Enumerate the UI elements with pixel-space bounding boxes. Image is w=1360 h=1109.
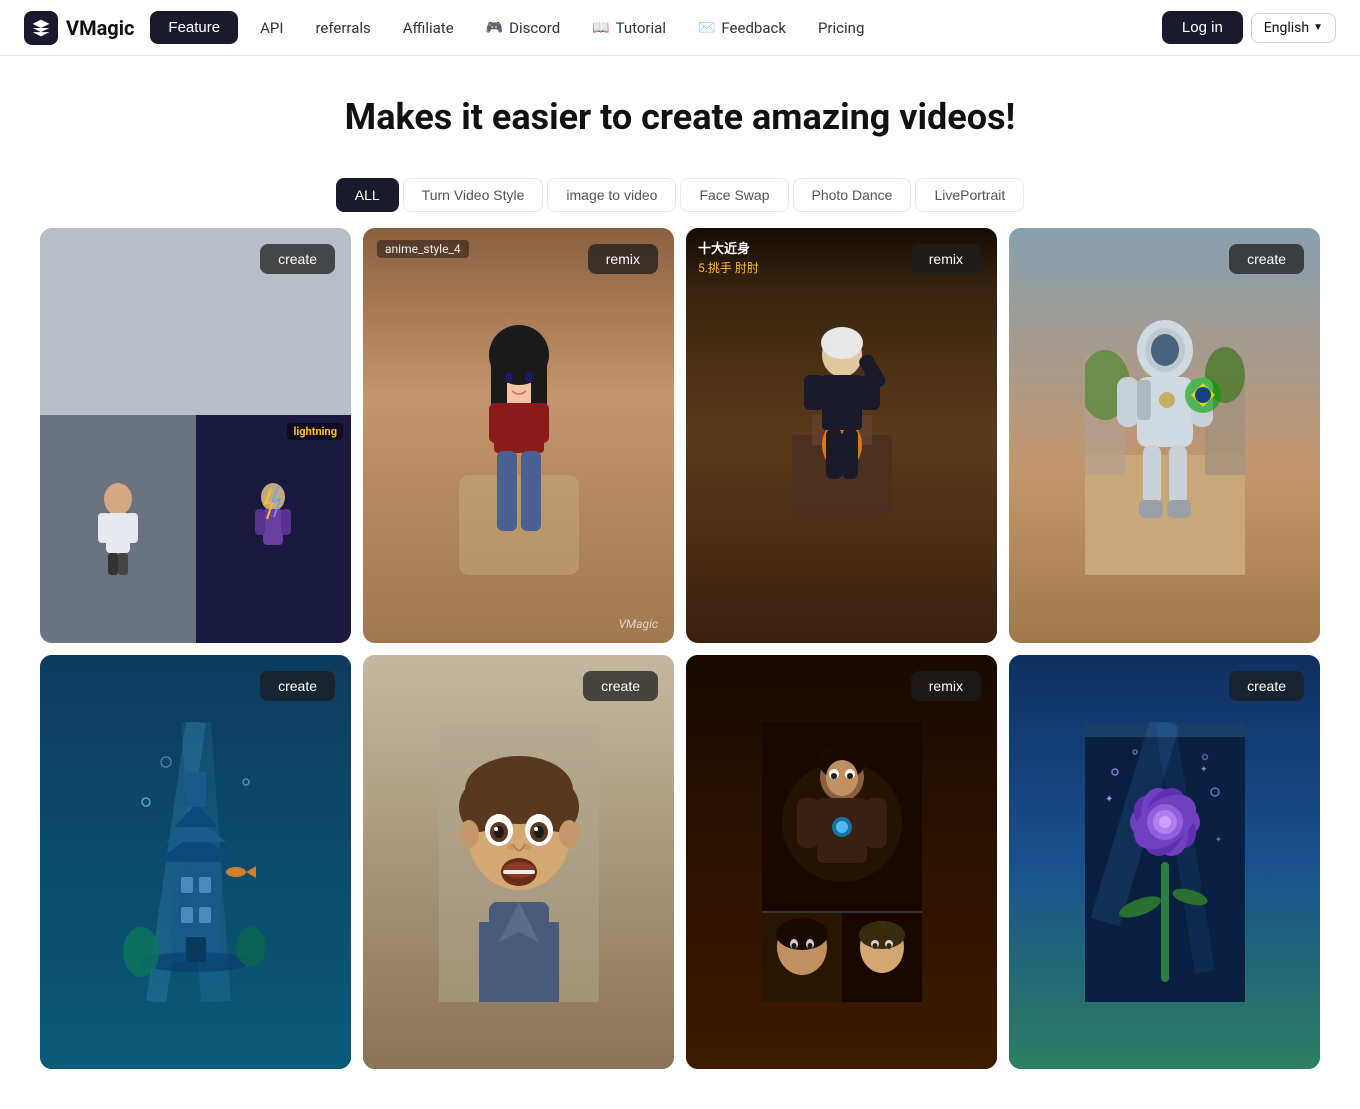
- underwater-pagoda-svg: [116, 722, 276, 1002]
- discord-label: Discord: [509, 19, 560, 37]
- movie-scene-svg: [762, 722, 922, 1002]
- svg-text:✦: ✦: [1215, 835, 1222, 844]
- chevron-down-icon: ▼: [1313, 22, 1323, 33]
- card-8-bg: ✦ ✦ ✦: [1009, 655, 1320, 1070]
- video-card-4: create: [1009, 228, 1320, 643]
- nav-api[interactable]: API: [246, 11, 297, 45]
- api-label: API: [260, 19, 283, 37]
- affiliate-label: Affiliate: [403, 19, 454, 37]
- feedback-label: Feedback: [721, 19, 786, 37]
- card-6-bg: [363, 655, 674, 1070]
- split-right: lightning: [196, 415, 352, 643]
- underwater-pagoda-figure: [40, 655, 351, 1070]
- astronaut-svg: [1085, 295, 1245, 575]
- anime-style-label: anime_style_4: [377, 240, 469, 258]
- card-2-remix-button[interactable]: remix: [588, 244, 658, 274]
- filter-liveportrait[interactable]: LivePortrait: [915, 178, 1024, 212]
- video-card-7: remix: [686, 655, 997, 1070]
- filter-tabs: ALL Turn Video Style image to video Face…: [0, 158, 1360, 228]
- filter-image-to-video[interactable]: image to video: [547, 178, 676, 212]
- logo[interactable]: VMagic: [24, 11, 134, 45]
- nav-feedback[interactable]: ✉️ Feedback: [684, 11, 800, 45]
- person-left-icon: [88, 479, 148, 579]
- card-5-bg: [40, 655, 351, 1070]
- man-face-figure: [363, 655, 674, 1070]
- man-face-svg: [439, 722, 599, 1002]
- flower-figure: ✦ ✦ ✦: [1009, 655, 1320, 1070]
- discord-icon: 🎮: [486, 20, 503, 36]
- nav-pricing[interactable]: Pricing: [804, 11, 878, 45]
- logo-svg: [31, 18, 51, 38]
- nav-referrals[interactable]: referrals: [301, 11, 384, 45]
- card-7-bg: [686, 655, 997, 1070]
- hero-title: Makes it easier to create amazing videos…: [20, 96, 1340, 138]
- filter-face-swap[interactable]: Face Swap: [680, 178, 788, 212]
- logo-icon: [24, 11, 58, 45]
- card-1-create-button[interactable]: create: [260, 244, 335, 274]
- pricing-label: Pricing: [818, 19, 864, 37]
- video-card-8: ✦ ✦ ✦ create: [1009, 655, 1320, 1070]
- person-right-icon: [243, 479, 303, 579]
- card-4-create-button[interactable]: create: [1229, 244, 1304, 274]
- video-card-6: create: [363, 655, 674, 1070]
- card-5-create-button[interactable]: create: [260, 671, 335, 701]
- martial-figure: [686, 228, 997, 643]
- filter-all[interactable]: ALL: [336, 178, 399, 212]
- video-card-2: anime_style_4 VMagic remix: [363, 228, 674, 643]
- feature-button[interactable]: Feature: [150, 11, 238, 44]
- filter-photo-dance[interactable]: Photo Dance: [793, 178, 912, 212]
- language-label: English: [1264, 20, 1309, 36]
- nav-affiliate[interactable]: Affiliate: [389, 11, 468, 45]
- card-6-create-button[interactable]: create: [583, 671, 658, 701]
- split-left: [40, 415, 196, 643]
- video-card-1: lightning create: [40, 228, 351, 643]
- nav-discord[interactable]: 🎮 Discord: [472, 11, 574, 45]
- mail-icon: ✉️: [698, 20, 715, 36]
- login-button[interactable]: Log in: [1162, 11, 1243, 44]
- book-icon: 📖: [592, 20, 609, 36]
- filter-turn-video-style[interactable]: Turn Video Style: [403, 178, 544, 212]
- video-card-3: 十大近身 5.挑手 肘肘: [686, 228, 997, 643]
- vmagic-watermark: VMagic: [619, 617, 658, 631]
- anime-girl-svg: [439, 295, 599, 575]
- tutorial-label: Tutorial: [616, 19, 666, 37]
- svg-text:✦: ✦: [1200, 765, 1208, 775]
- video-grid: lightning create: [20, 228, 1340, 1109]
- card-7-remix-button[interactable]: remix: [911, 671, 981, 701]
- card-8-create-button[interactable]: create: [1229, 671, 1304, 701]
- video-card-5: create: [40, 655, 351, 1070]
- language-selector[interactable]: English ▼: [1251, 13, 1336, 43]
- movie-figure: [686, 655, 997, 1070]
- split-images: lightning: [40, 415, 351, 643]
- card-4-bg: [1009, 228, 1320, 643]
- navigation: VMagic Feature API referrals Affiliate 🎮…: [0, 0, 1360, 56]
- logo-text: VMagic: [66, 16, 134, 40]
- card-2-bg: anime_style_4 VMagic: [363, 228, 674, 643]
- lightning-label: lightning: [287, 423, 343, 440]
- nav-tutorial[interactable]: 📖 Tutorial: [578, 11, 680, 45]
- card-3-bg: 十大近身 5.挑手 肘肘: [686, 228, 997, 643]
- referrals-label: referrals: [315, 19, 370, 37]
- hero-section: Makes it easier to create amazing videos…: [0, 56, 1360, 158]
- svg-text:✦: ✦: [1105, 794, 1113, 805]
- card-3-remix-button[interactable]: remix: [911, 244, 981, 274]
- martial-arts-svg: [762, 305, 922, 565]
- nav-right: Log in English ▼: [1162, 11, 1336, 44]
- anime-figure: [363, 228, 674, 643]
- astronaut-figure: [1009, 228, 1320, 643]
- card-1-bg: lightning: [40, 228, 351, 643]
- underwater-flower-svg: ✦ ✦ ✦: [1085, 722, 1245, 1002]
